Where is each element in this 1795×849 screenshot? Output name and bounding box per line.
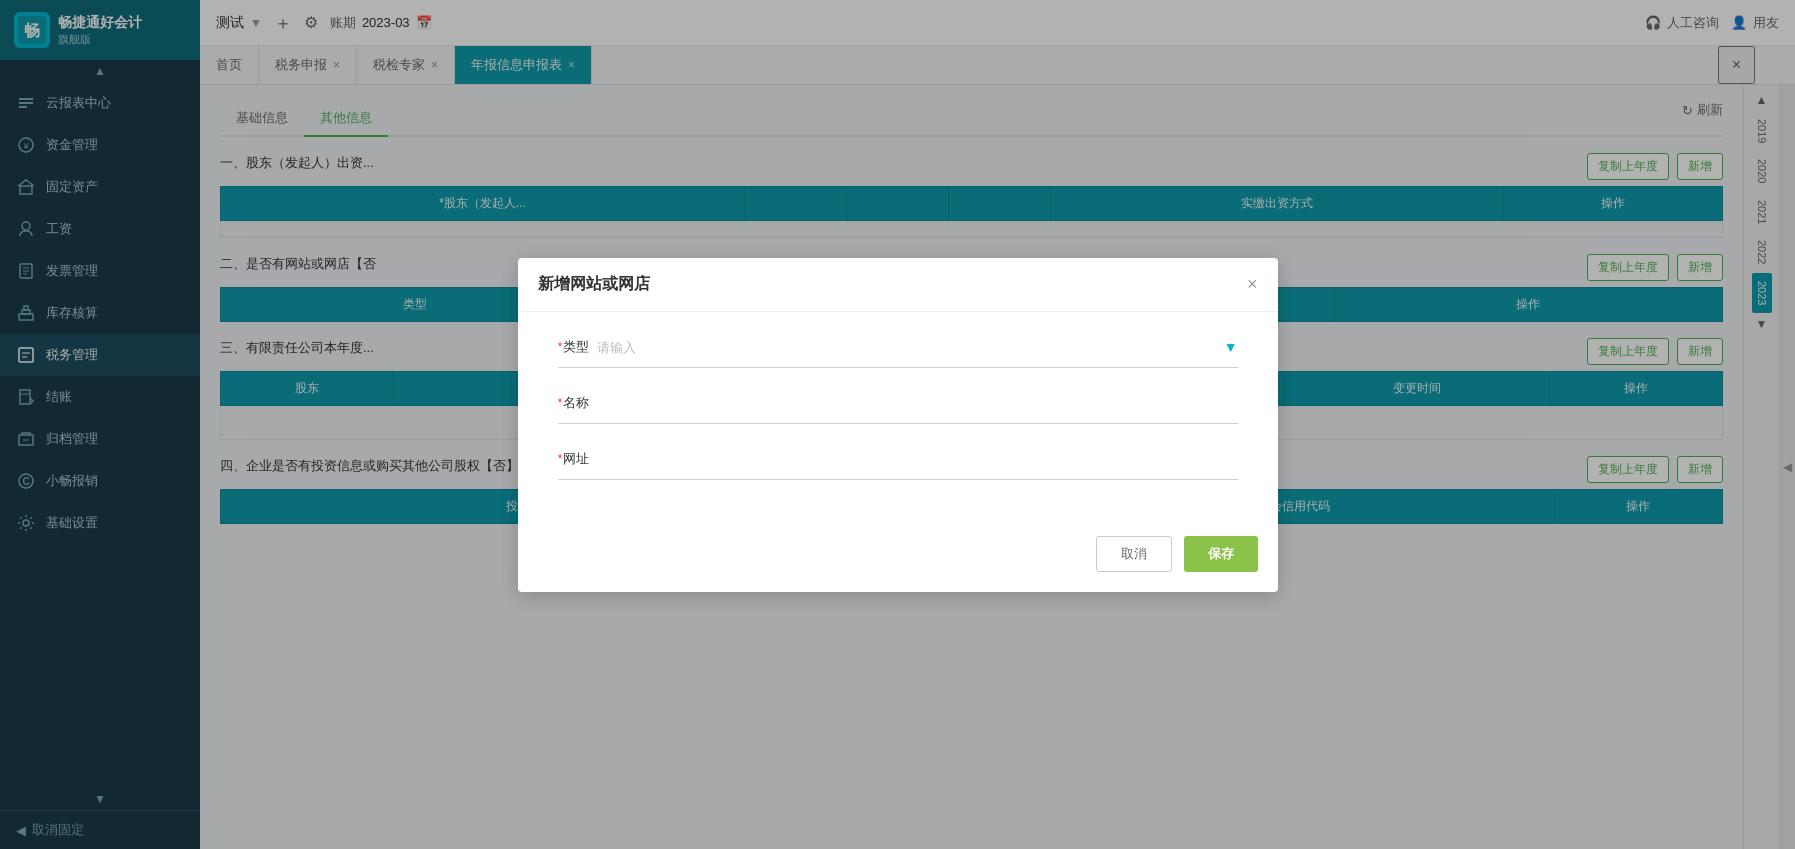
dropdown-icon[interactable]: ▼ xyxy=(1224,339,1238,355)
dialog-overlay: 新增网站或网店 × *类型 ▼ *名称 xyxy=(0,0,1795,849)
save-btn[interactable]: 保存 xyxy=(1184,536,1258,572)
type-input[interactable] xyxy=(597,336,1224,359)
url-required: * xyxy=(558,451,563,466)
type-required: * xyxy=(558,339,563,354)
name-label: *名称 xyxy=(558,394,589,412)
form-field-name: *名称 xyxy=(558,392,1238,424)
dialog-body: *类型 ▼ *名称 *网址 xyxy=(518,312,1278,520)
form-row-name: *名称 xyxy=(558,392,1238,424)
name-input[interactable] xyxy=(597,392,1238,415)
dialog-footer: 取消 保存 xyxy=(518,520,1278,592)
dialog-close-btn[interactable]: × xyxy=(1247,274,1258,295)
type-label: *类型 xyxy=(558,338,589,356)
form-field-type: *类型 ▼ xyxy=(558,336,1238,368)
add-website-dialog: 新增网站或网店 × *类型 ▼ *名称 xyxy=(518,258,1278,592)
dialog-title: 新增网站或网店 xyxy=(538,274,650,295)
name-required: * xyxy=(558,395,563,410)
url-label: *网址 xyxy=(558,450,589,468)
dialog-header: 新增网站或网店 × xyxy=(518,258,1278,312)
form-field-url: *网址 xyxy=(558,448,1238,480)
url-input[interactable] xyxy=(597,448,1238,471)
form-row-url: *网址 xyxy=(558,448,1238,480)
form-row-type: *类型 ▼ xyxy=(558,336,1238,368)
cancel-btn[interactable]: 取消 xyxy=(1096,536,1172,572)
